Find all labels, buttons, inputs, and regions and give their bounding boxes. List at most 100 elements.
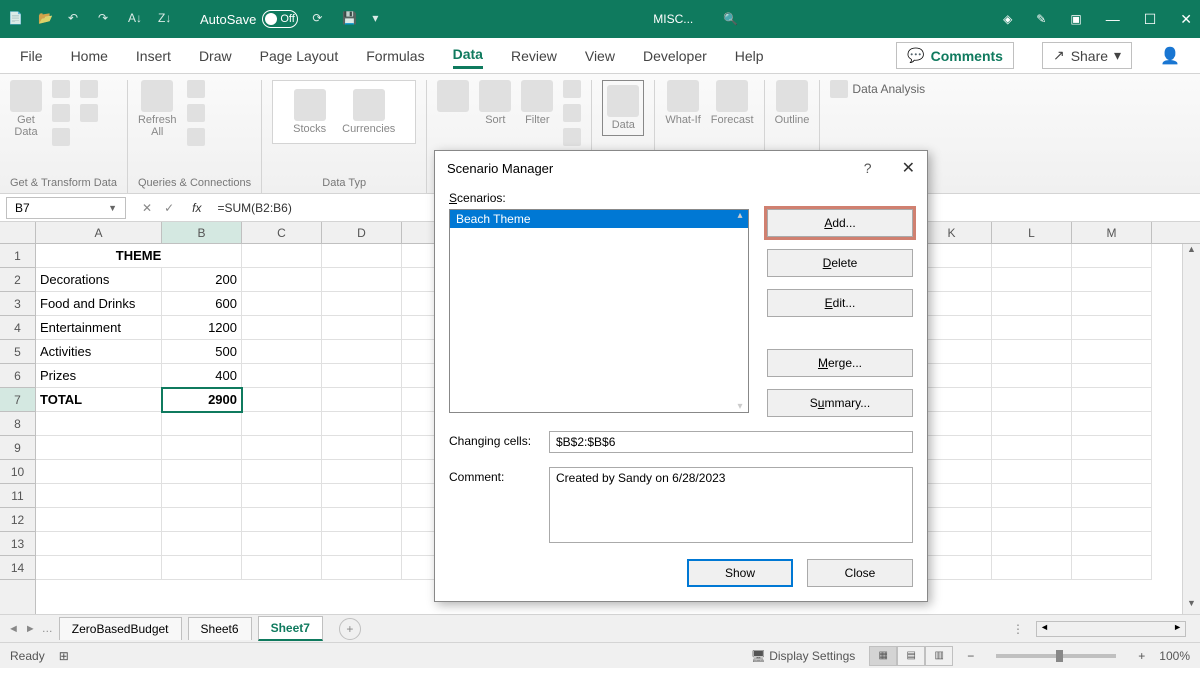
- cell-b5[interactable]: 500: [162, 340, 242, 364]
- redo-icon[interactable]: ↷: [98, 11, 114, 27]
- zoom-level[interactable]: 100%: [1159, 649, 1190, 663]
- undo-icon[interactable]: ↶: [68, 11, 84, 27]
- col-header-m[interactable]: M: [1072, 222, 1152, 243]
- scenario-item-selected[interactable]: Beach Theme: [450, 210, 748, 228]
- add-button[interactable]: Add...: [767, 209, 913, 237]
- currencies-button[interactable]: Currencies: [342, 89, 395, 135]
- cell-a6[interactable]: Prizes: [36, 364, 162, 388]
- edit-links-icon[interactable]: [187, 128, 205, 146]
- accessibility-icon[interactable]: ⊞: [59, 649, 69, 663]
- existing-conn-icon[interactable]: [80, 104, 98, 122]
- sort-button[interactable]: Sort: [479, 80, 511, 126]
- recent-sources-icon[interactable]: [80, 80, 98, 98]
- sort-desc-icon[interactable]: Z↓: [158, 11, 174, 27]
- cell-a7[interactable]: TOTAL: [36, 388, 162, 412]
- view-page-break-button[interactable]: ▥: [925, 646, 953, 666]
- close-window-button[interactable]: ✕: [1180, 11, 1192, 28]
- cell-a3[interactable]: Food and Drinks: [36, 292, 162, 316]
- sheet-tab[interactable]: ZeroBasedBudget: [59, 617, 182, 640]
- save-icon[interactable]: 💾: [342, 11, 358, 27]
- cell-a4[interactable]: Entertainment: [36, 316, 162, 340]
- cell-b2[interactable]: 200: [162, 268, 242, 292]
- tab-help[interactable]: Help: [735, 44, 764, 68]
- display-settings-button[interactable]: 🖥 Display Settings: [751, 649, 856, 663]
- accept-formula-icon[interactable]: ✓: [164, 201, 174, 215]
- properties-icon[interactable]: [187, 104, 205, 122]
- zoom-in-button[interactable]: +: [1138, 649, 1145, 663]
- sheet-options-icon[interactable]: ⋮: [1012, 622, 1024, 636]
- dialog-close-button[interactable]: ✕: [902, 158, 915, 178]
- magic-icon[interactable]: ✎: [1036, 12, 1046, 26]
- filter-button[interactable]: Filter: [521, 80, 553, 126]
- whatif-button[interactable]: What-If: [665, 80, 700, 126]
- delete-button[interactable]: Delete: [767, 249, 913, 277]
- data-tools-button[interactable]: Data: [602, 80, 644, 136]
- maximize-button[interactable]: ☐: [1144, 11, 1157, 28]
- merge-button[interactable]: Merge...: [767, 349, 913, 377]
- fx-icon[interactable]: fx: [184, 201, 209, 215]
- sync-icon[interactable]: ⟳: [312, 11, 328, 27]
- from-web-icon[interactable]: [52, 104, 70, 122]
- window-icon[interactable]: ▣: [1070, 12, 1081, 26]
- search-icon[interactable]: 🔍: [723, 12, 738, 26]
- get-data-button[interactable]: Get Data: [10, 80, 42, 138]
- sheet-tab-active[interactable]: Sheet7: [258, 616, 323, 641]
- cell-b3[interactable]: 600: [162, 292, 242, 316]
- outline-button[interactable]: Outline: [775, 80, 810, 126]
- refresh-all-button[interactable]: Refresh All: [138, 80, 177, 138]
- tab-review[interactable]: Review: [511, 44, 557, 68]
- add-sheet-button[interactable]: +: [339, 618, 361, 640]
- select-all-corner[interactable]: [0, 222, 36, 244]
- from-text-icon[interactable]: [52, 80, 70, 98]
- new-file-icon[interactable]: 📄: [8, 11, 24, 27]
- cell-b4[interactable]: 1200: [162, 316, 242, 340]
- from-table-icon[interactable]: [52, 128, 70, 146]
- vertical-scrollbar[interactable]: ▲ ▼: [1182, 244, 1200, 614]
- tab-data[interactable]: Data: [453, 42, 483, 69]
- edit-button[interactable]: Edit...: [767, 289, 913, 317]
- col-header-a[interactable]: A: [36, 222, 162, 243]
- cell-b6[interactable]: 400: [162, 364, 242, 388]
- cancel-formula-icon[interactable]: ✕: [142, 201, 152, 215]
- col-header-l[interactable]: L: [992, 222, 1072, 243]
- name-box[interactable]: B7▼: [6, 197, 126, 219]
- close-button[interactable]: Close: [807, 559, 913, 587]
- col-header-b[interactable]: B: [162, 222, 242, 243]
- tab-page-layout[interactable]: Page Layout: [260, 44, 339, 68]
- sheet-nav-next-icon[interactable]: ►: [25, 623, 36, 635]
- share-button[interactable]: ↗ Share ▾: [1042, 42, 1132, 69]
- cell-b7[interactable]: 2900: [162, 388, 242, 412]
- summary-button[interactable]: Summary...: [767, 389, 913, 417]
- sort-asc-icon[interactable]: A↓: [128, 11, 144, 27]
- comments-button[interactable]: 💬 Comments: [896, 42, 1014, 69]
- cell-a1[interactable]: THEME: [36, 244, 242, 268]
- view-page-layout-button[interactable]: ▤: [897, 646, 925, 666]
- account-icon[interactable]: 👤: [1160, 46, 1180, 66]
- col-header-d[interactable]: D: [322, 222, 402, 243]
- col-header-c[interactable]: C: [242, 222, 322, 243]
- cell-a2[interactable]: Decorations: [36, 268, 162, 292]
- stocks-button[interactable]: Stocks: [293, 89, 326, 135]
- minimize-button[interactable]: —: [1106, 11, 1120, 27]
- tab-developer[interactable]: Developer: [643, 44, 707, 68]
- queries-icon[interactable]: [187, 80, 205, 98]
- zoom-slider[interactable]: [996, 654, 1116, 658]
- tab-formulas[interactable]: Formulas: [366, 44, 424, 68]
- sheet-nav-more-icon[interactable]: …: [42, 623, 53, 635]
- horizontal-scrollbar[interactable]: ◄►: [1036, 621, 1186, 637]
- tab-insert[interactable]: Insert: [136, 44, 171, 68]
- data-analysis-button[interactable]: Data Analysis: [830, 80, 925, 98]
- sheet-nav-prev-icon[interactable]: ◄: [8, 623, 19, 635]
- cell-a5[interactable]: Activities: [36, 340, 162, 364]
- tab-draw[interactable]: Draw: [199, 44, 232, 68]
- dialog-help-button[interactable]: ?: [864, 160, 872, 176]
- tab-home[interactable]: Home: [71, 44, 108, 68]
- diamond-icon[interactable]: ◈: [1003, 12, 1012, 26]
- tab-file[interactable]: File: [20, 44, 43, 68]
- sheet-tab[interactable]: Sheet6: [188, 617, 252, 640]
- tab-view[interactable]: View: [585, 44, 615, 68]
- forecast-button[interactable]: Forecast: [711, 80, 754, 126]
- qat-more-icon[interactable]: ▾: [372, 11, 388, 27]
- sort-az-button[interactable]: [437, 80, 469, 112]
- autosave-toggle[interactable]: AutoSave Off: [200, 10, 298, 28]
